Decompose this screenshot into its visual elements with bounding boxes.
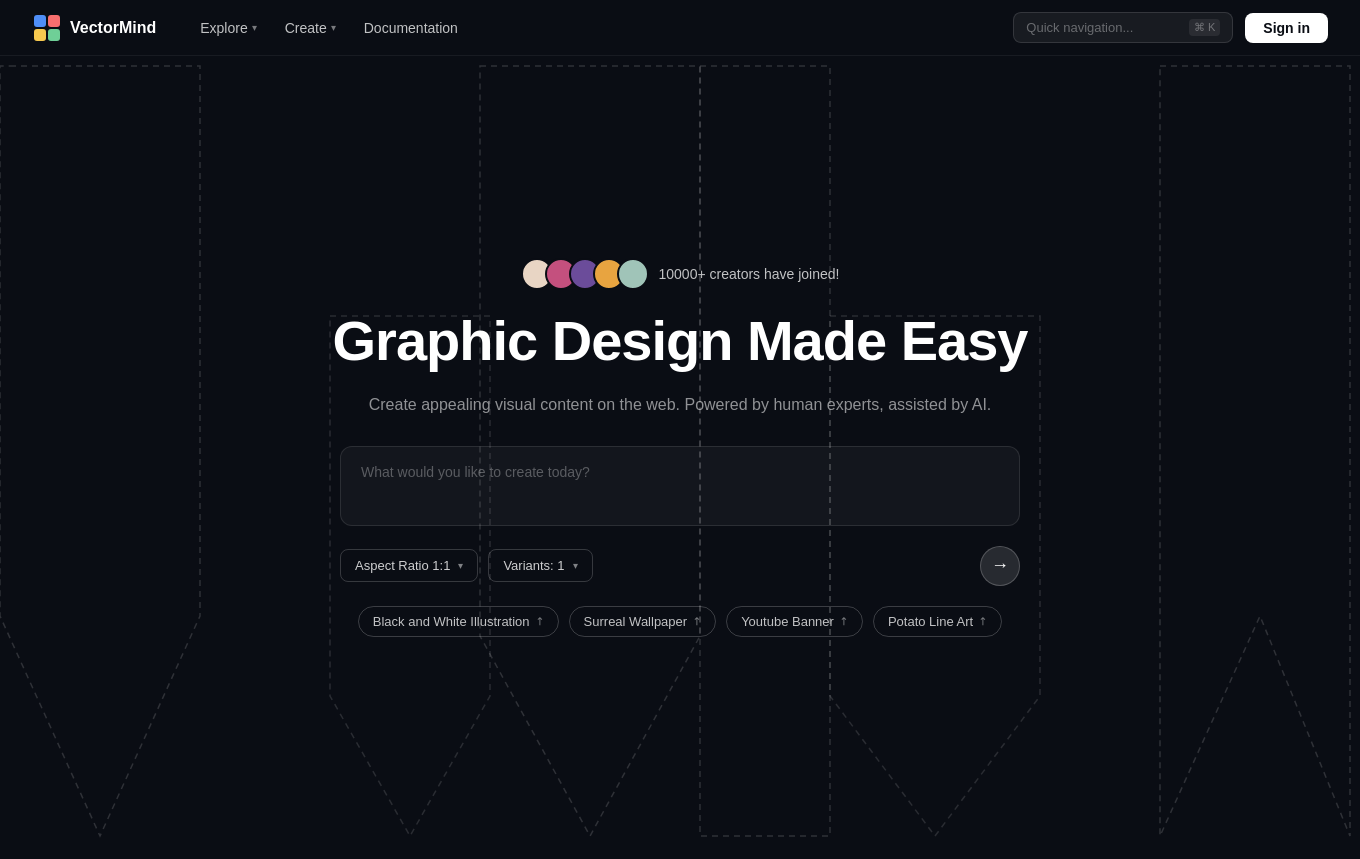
- controls-left: Aspect Ratio 1:1 ▾ Variants: 1 ▾: [340, 549, 593, 582]
- social-proof: 10000+ creators have joined!: [521, 258, 840, 290]
- hero-section: 10000+ creators have joined! Graphic Des…: [0, 56, 1360, 859]
- suggestion-pill-0[interactable]: Black and White Illustration↗: [358, 606, 559, 637]
- prompt-placeholder-text: What would you like to create today?: [361, 464, 590, 480]
- logo[interactable]: VectorMind: [32, 13, 156, 43]
- pill-arrow-icon: ↗: [689, 613, 705, 629]
- navbar: VectorMind Explore ▾ Create ▾ Documentat…: [0, 0, 1360, 56]
- prompt-input-area[interactable]: What would you like to create today?: [340, 446, 1020, 526]
- svg-marker-4: [0, 66, 200, 836]
- svg-rect-2: [34, 29, 46, 41]
- logo-text: VectorMind: [70, 19, 156, 37]
- nav-links: Explore ▾ Create ▾ Documentation: [188, 14, 470, 42]
- hero-content: 10000+ creators have joined! Graphic Des…: [320, 258, 1040, 636]
- aspect-ratio-dropdown[interactable]: Aspect Ratio 1:1 ▾: [340, 549, 478, 582]
- social-proof-text: 10000+ creators have joined!: [659, 266, 840, 282]
- sign-in-button[interactable]: Sign in: [1245, 13, 1328, 43]
- variants-dropdown[interactable]: Variants: 1 ▾: [488, 549, 592, 582]
- suggestion-pill-3[interactable]: Potato Line Art↗: [873, 606, 1002, 637]
- arrow-right-icon: →: [991, 555, 1009, 576]
- search-placeholder: Quick navigation...: [1026, 20, 1181, 35]
- avatar: [617, 258, 649, 290]
- aspect-ratio-chevron-icon: ▾: [458, 560, 463, 571]
- explore-chevron-icon: ▾: [252, 22, 257, 33]
- create-chevron-icon: ▾: [331, 22, 336, 33]
- pill-arrow-icon: ↗: [531, 613, 547, 629]
- avatar-group: [521, 258, 649, 290]
- submit-button[interactable]: →: [980, 546, 1020, 586]
- nav-create[interactable]: Create ▾: [273, 14, 348, 42]
- suggestion-pill-1[interactable]: Surreal Wallpaper↗: [569, 606, 717, 637]
- svg-rect-0: [34, 15, 46, 27]
- svg-marker-7: [1160, 66, 1350, 836]
- pill-arrow-icon: ↗: [975, 613, 991, 629]
- search-box[interactable]: Quick navigation... ⌘ K: [1013, 12, 1233, 43]
- suggestion-pills: Black and White Illustration↗ Surreal Wal…: [358, 606, 1002, 637]
- navbar-left: VectorMind Explore ▾ Create ▾ Documentat…: [32, 13, 470, 43]
- nav-docs[interactable]: Documentation: [352, 14, 470, 42]
- nav-explore[interactable]: Explore ▾: [188, 14, 268, 42]
- svg-rect-1: [48, 15, 60, 27]
- navbar-right: Quick navigation... ⌘ K Sign in: [1013, 12, 1328, 43]
- search-shortcut: ⌘ K: [1189, 19, 1220, 36]
- svg-rect-3: [48, 29, 60, 41]
- suggestion-pill-2[interactable]: Youtube Banner↗: [726, 606, 863, 637]
- variants-chevron-icon: ▾: [573, 560, 578, 571]
- controls-row: Aspect Ratio 1:1 ▾ Variants: 1 ▾ →: [340, 546, 1020, 586]
- hero-title: Graphic Design Made Easy: [333, 310, 1028, 372]
- pill-arrow-icon: ↗: [836, 613, 852, 629]
- hero-subtitle: Create appealing visual content on the w…: [369, 392, 992, 418]
- logo-icon: [32, 13, 62, 43]
